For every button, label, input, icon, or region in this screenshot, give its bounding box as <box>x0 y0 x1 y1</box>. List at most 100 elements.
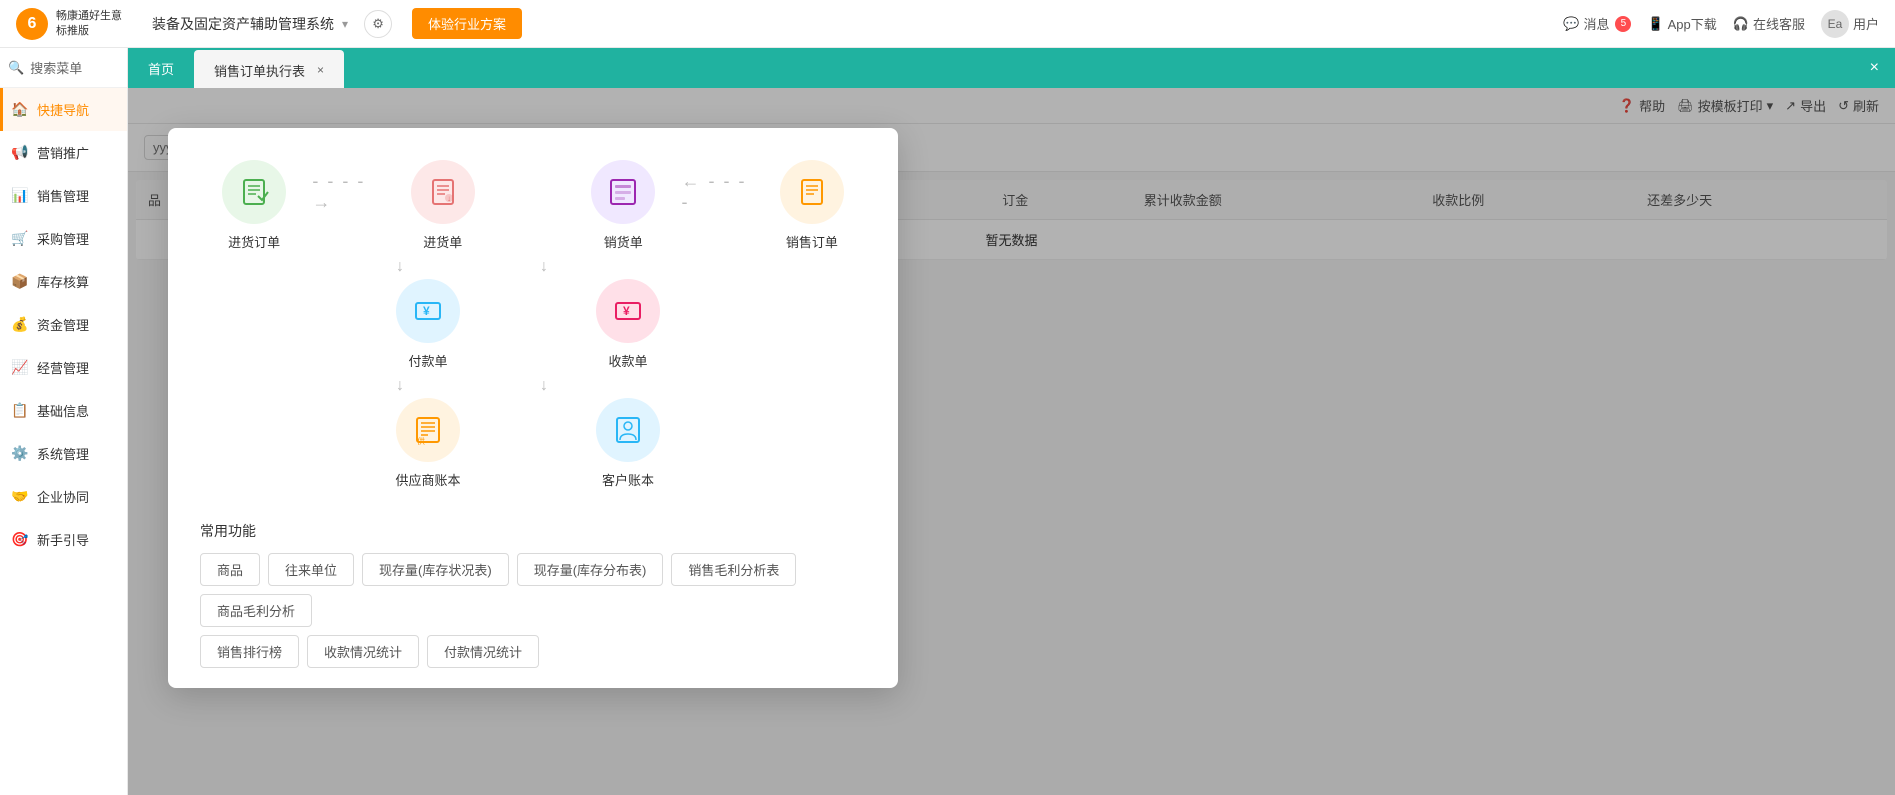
func-btn-goods[interactable]: 商品 <box>200 553 260 586</box>
func-btn-sales-margin[interactable]: 销售毛利分析表 <box>671 553 796 586</box>
purchase-order-label: 进货订单 <box>228 232 280 251</box>
flow-node-payment[interactable]: ¥ 付款单 <box>368 279 488 370</box>
sidebar-item-tutorial[interactable]: 🎯 新手引导 <box>0 518 127 561</box>
func-buttons-row: 商品 往来单位 现存量(库存状况表) 现存量(库存分布表) 销售毛利分析表 商品… <box>200 553 866 627</box>
tab-close-right[interactable]: × <box>1870 59 1895 77</box>
flow-node-purchase-bill[interactable]: ↓ 进货单 <box>389 160 497 251</box>
purchase-bill-icon: ↓ <box>427 176 459 208</box>
purchase-order-circle <box>222 160 286 224</box>
modal-dialog: 进货订单 - - - - → <box>168 128 898 688</box>
money-icon: 💰 <box>11 316 29 334</box>
page-content: ❓ 帮助 🖨 按模板打印 ▾ ↗ 导出 ↺ <box>128 88 1895 795</box>
app-container: 6 畅康通好生意 标推版 装备及固定资产辅助管理系统 ▾ ⚙ 体验行业方案 💬 … <box>0 0 1895 795</box>
func-btn-stock-dist[interactable]: 现存量(库存分布表) <box>517 553 664 586</box>
online-service-button[interactable]: 🎧 在线客服 <box>1733 14 1805 33</box>
payment-label: 付款单 <box>408 351 447 370</box>
arrow-h-dashed-2: ← - - - - <box>681 171 753 241</box>
supplier-ledger-circle: 供 <box>396 398 460 462</box>
sale-order-icon <box>796 176 828 208</box>
gear-icon: ⚙️ <box>11 445 29 463</box>
sale-bill-icon <box>607 176 639 208</box>
sidebar-item-operations[interactable]: 📈 经营管理 <box>0 346 127 389</box>
flow-diagram: 进货订单 - - - - → <box>200 160 866 497</box>
logo-icon: 6 <box>16 8 48 40</box>
sidebar-item-marketing[interactable]: 📢 营销推广 <box>0 131 127 174</box>
top-bar: 6 畅康通好生意 标推版 装备及固定资产辅助管理系统 ▾ ⚙ 体验行业方案 💬 … <box>0 0 1895 48</box>
cart-icon: 🛒 <box>11 230 29 248</box>
chart-icon: 📊 <box>11 187 29 205</box>
func-btn-contacts[interactable]: 往来单位 <box>268 553 354 586</box>
down-arrow-purchase: ↓ <box>368 259 432 275</box>
func-btn-goods-margin[interactable]: 商品毛利分析 <box>200 594 312 627</box>
trial-button[interactable]: 体验行业方案 <box>412 8 522 39</box>
receipt-icon: ¥ <box>612 295 644 327</box>
func-btn-stock-status[interactable]: 现存量(库存状况表) <box>362 553 509 586</box>
sale-order-label: 销售订单 <box>786 232 838 251</box>
logo-text: 畅康通好生意 标推版 <box>56 9 122 38</box>
flow-node-customer-ledger[interactable]: 客户账本 <box>568 398 688 489</box>
content-area: 首页 销售订单执行表 × × ❓ 帮助 <box>128 48 1895 795</box>
system-name: 装备及固定资产辅助管理系统 <box>152 14 334 34</box>
common-functions-title: 常用功能 <box>200 521 866 541</box>
dropdown-arrow-icon[interactable]: ▾ <box>342 17 348 31</box>
sidebar: 🔍 搜索菜单 🏠 快捷导航 📢 营销推广 📊 销售管理 🛒 采购管理 <box>0 48 128 795</box>
tab-home[interactable]: 首页 <box>128 48 194 88</box>
settings-icon[interactable]: ⚙ <box>364 10 392 38</box>
logo-area: 6 畅康通好生意 标推版 <box>16 8 144 40</box>
avatar: Ea <box>1821 10 1849 38</box>
flow-node-receipt[interactable]: ¥ 收款单 <box>568 279 688 370</box>
modal-body: 进货订单 - - - - → <box>168 128 898 688</box>
sidebar-item-quick-nav[interactable]: 🏠 快捷导航 <box>0 88 127 131</box>
tab-close-icon[interactable]: × <box>317 63 324 77</box>
arrow-h-dashed-1: - - - - → <box>312 171 384 241</box>
flow-node-sale-order[interactable]: 销售订单 <box>758 160 866 251</box>
trend-icon: 📈 <box>11 359 29 377</box>
func-btn-sales-rank[interactable]: 销售排行榜 <box>200 635 299 668</box>
purchase-order-icon <box>238 176 270 208</box>
handshake-icon: 🤝 <box>11 488 29 506</box>
megaphone-icon: 📢 <box>11 144 29 162</box>
sidebar-item-system[interactable]: ⚙️ 系统管理 <box>0 432 127 475</box>
tab-sales-order[interactable]: 销售订单执行表 × <box>194 50 344 90</box>
sidebar-item-purchase[interactable]: 🛒 采购管理 <box>0 217 127 260</box>
clipboard-icon: 📋 <box>11 402 29 420</box>
system-title: 装备及固定资产辅助管理系统 ▾ ⚙ 体验行业方案 <box>152 8 522 39</box>
func-btn-receipt-stat[interactable]: 收款情况统计 <box>307 635 419 668</box>
customer-ledger-icon <box>612 414 644 446</box>
customer-ledger-circle <box>596 398 660 462</box>
flow-node-sale-bill[interactable]: 销货单 <box>569 160 677 251</box>
sidebar-item-enterprise[interactable]: 🤝 企业协同 <box>0 475 127 518</box>
messages-button[interactable]: 💬 消息 5 <box>1563 14 1631 33</box>
target-icon: 🎯 <box>11 531 29 549</box>
down-arrow-receipt: ↓ <box>512 378 576 394</box>
search-icon: 🔍 <box>8 60 24 76</box>
supplier-ledger-icon: 供 <box>412 414 444 446</box>
receipt-label: 收款单 <box>608 351 647 370</box>
receipt-circle: ¥ <box>596 279 660 343</box>
svg-text:供: 供 <box>417 436 425 446</box>
sidebar-item-basic-info[interactable]: 📋 基础信息 <box>0 389 127 432</box>
box-icon: 📦 <box>11 273 29 291</box>
common-functions: 常用功能 商品 往来单位 现存量(库存状况表) 现存量(库存分布表) 销售毛利分… <box>200 521 866 668</box>
svg-text:¥: ¥ <box>423 304 430 318</box>
payment-circle: ¥ <box>396 279 460 343</box>
flow-node-purchase-order[interactable]: 进货订单 <box>200 160 308 251</box>
flow-node-supplier-ledger[interactable]: 供 供应商账本 <box>368 398 488 489</box>
supplier-ledger-label: 供应商账本 <box>395 470 460 489</box>
sidebar-item-finance[interactable]: 💰 资金管理 <box>0 303 127 346</box>
sale-order-circle <box>780 160 844 224</box>
modal-overlay[interactable]: 进货订单 - - - - → <box>128 88 1895 795</box>
purchase-bill-circle: ↓ <box>411 160 475 224</box>
phone-icon: 📱 <box>1647 16 1663 32</box>
sidebar-item-sales[interactable]: 📊 销售管理 <box>0 174 127 217</box>
sidebar-search[interactable]: 🔍 搜索菜单 <box>0 48 127 88</box>
func-btn-payment-stat[interactable]: 付款情况统计 <box>427 635 539 668</box>
purchase-bill-label: 进货单 <box>423 232 462 251</box>
sale-bill-label: 销货单 <box>604 232 643 251</box>
down-arrow-sale: ↓ <box>512 259 576 275</box>
messages-badge: 5 <box>1615 16 1631 32</box>
user-menu[interactable]: Ea 用户 <box>1821 10 1879 38</box>
app-download-button[interactable]: 📱 App下载 <box>1647 14 1716 33</box>
sidebar-item-inventory[interactable]: 📦 库存核算 <box>0 260 127 303</box>
flow-row-0: 进货订单 - - - - → <box>200 160 866 251</box>
